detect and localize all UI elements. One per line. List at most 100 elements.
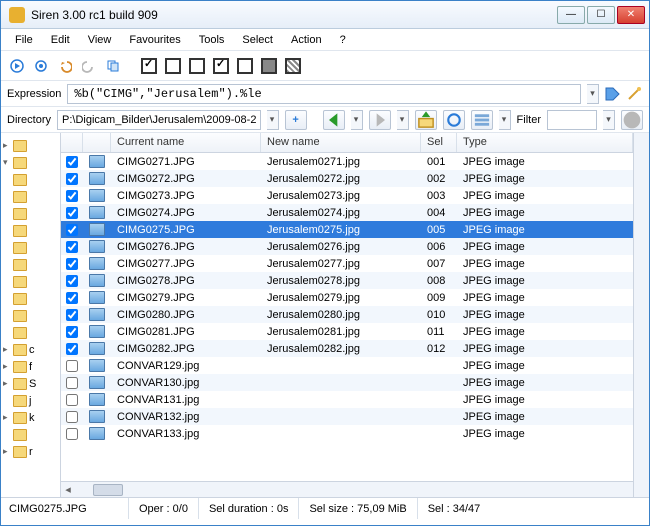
menu-view[interactable]: View xyxy=(80,32,120,48)
table-row[interactable]: CIMG0278.JPGJerusalem0278.jpg008JPEG ima… xyxy=(61,272,633,289)
check-toggle-2[interactable] xyxy=(165,58,181,74)
table-row[interactable]: CIMG0279.JPGJerusalem0279.jpg009JPEG ima… xyxy=(61,289,633,306)
tree-item[interactable]: j xyxy=(3,392,58,409)
list-icon[interactable] xyxy=(471,110,493,130)
table-row[interactable]: CIMG0276.JPGJerusalem0276.jpg006JPEG ima… xyxy=(61,238,633,255)
menu-edit[interactable]: Edit xyxy=(43,32,78,48)
folder-tree[interactable]: ▸▾ ▸c▸f▸Sj▸k ▸r xyxy=(1,133,61,497)
tree-item[interactable]: ▸S xyxy=(3,375,58,392)
check-toggle-1[interactable] xyxy=(141,58,157,74)
row-checkbox[interactable] xyxy=(66,241,78,253)
table-row[interactable]: CONVAR131.jpgJPEG image xyxy=(61,391,633,408)
filter-clear-icon[interactable] xyxy=(621,110,643,130)
tree-item[interactable] xyxy=(3,324,58,341)
tree-item[interactable] xyxy=(3,222,58,239)
directory-dropdown[interactable]: ▾ xyxy=(267,110,279,130)
table-row[interactable]: CIMG0281.JPGJerusalem0281.jpg011JPEG ima… xyxy=(61,323,633,340)
table-row[interactable]: CIMG0274.JPGJerusalem0274.jpg004JPEG ima… xyxy=(61,204,633,221)
tree-item[interactable]: ▸c xyxy=(3,341,58,358)
refresh-icon[interactable] xyxy=(443,110,465,130)
tree-item[interactable] xyxy=(3,188,58,205)
row-checkbox[interactable] xyxy=(66,190,78,202)
table-row[interactable]: CIMG0280.JPGJerusalem0280.jpg010JPEG ima… xyxy=(61,306,633,323)
menu-favourites[interactable]: Favourites xyxy=(121,32,188,48)
tree-item[interactable]: ▾ xyxy=(3,154,58,171)
file-list[interactable]: CIMG0271.JPGJerusalem0271.jpg001JPEG ima… xyxy=(61,153,633,481)
table-row[interactable]: CIMG0272.JPGJerusalem0272.jpg002JPEG ima… xyxy=(61,170,633,187)
tag-icon[interactable] xyxy=(605,87,621,101)
table-row[interactable]: CIMG0271.JPGJerusalem0271.jpg001JPEG ima… xyxy=(61,153,633,170)
copy-icon[interactable] xyxy=(103,56,123,76)
back-dropdown[interactable]: ▾ xyxy=(351,110,363,130)
tree-item[interactable] xyxy=(3,426,58,443)
table-row[interactable]: CONVAR129.jpgJPEG image xyxy=(61,357,633,374)
horizontal-scrollbar[interactable]: ◂ xyxy=(61,481,633,497)
expression-input[interactable] xyxy=(67,84,581,104)
check-toggle-4[interactable] xyxy=(213,58,229,74)
row-checkbox[interactable] xyxy=(66,411,78,423)
tree-item[interactable] xyxy=(3,256,58,273)
tree-item[interactable]: ▸r xyxy=(3,443,58,460)
add-button[interactable]: + xyxy=(285,110,307,130)
row-checkbox[interactable] xyxy=(66,207,78,219)
tree-item[interactable] xyxy=(3,290,58,307)
forward-button[interactable] xyxy=(369,110,391,130)
table-row[interactable]: CONVAR133.jpgJPEG image xyxy=(61,425,633,442)
row-checkbox[interactable] xyxy=(66,224,78,236)
check-toggle-5[interactable] xyxy=(237,58,253,74)
row-checkbox[interactable] xyxy=(66,377,78,389)
menu-action[interactable]: Action xyxy=(283,32,330,48)
col-new[interactable]: New name xyxy=(261,133,421,152)
row-checkbox[interactable] xyxy=(66,326,78,338)
tree-item[interactable]: ▸k xyxy=(3,409,58,426)
menu-tools[interactable]: Tools xyxy=(191,32,233,48)
list-dropdown[interactable]: ▾ xyxy=(499,110,511,130)
menu-?[interactable]: ? xyxy=(332,32,354,48)
close-button[interactable]: ✕ xyxy=(617,6,645,24)
tree-item[interactable] xyxy=(3,171,58,188)
table-row[interactable]: CIMG0273.JPGJerusalem0273.jpg003JPEG ima… xyxy=(61,187,633,204)
directory-input[interactable] xyxy=(57,110,261,130)
row-checkbox[interactable] xyxy=(66,428,78,440)
forward-dropdown[interactable]: ▾ xyxy=(397,110,409,130)
check-toggle-3[interactable] xyxy=(189,58,205,74)
table-row[interactable]: CIMG0275.JPGJerusalem0275.jpg005JPEG ima… xyxy=(61,221,633,238)
redo-icon[interactable] xyxy=(79,56,99,76)
row-checkbox[interactable] xyxy=(66,275,78,287)
play-icon[interactable] xyxy=(7,56,27,76)
tree-item[interactable] xyxy=(3,239,58,256)
filter-dropdown[interactable]: ▾ xyxy=(603,110,615,130)
up-button[interactable] xyxy=(415,110,437,130)
check-toggle-7[interactable] xyxy=(285,58,301,74)
row-checkbox[interactable] xyxy=(66,343,78,355)
col-current[interactable]: Current name xyxy=(111,133,261,152)
maximize-button[interactable]: ☐ xyxy=(587,6,615,24)
tree-item[interactable]: ▸ xyxy=(3,137,58,154)
row-checkbox[interactable] xyxy=(66,173,78,185)
tree-item[interactable] xyxy=(3,205,58,222)
wand-icon[interactable] xyxy=(627,87,643,101)
minimize-button[interactable]: — xyxy=(557,6,585,24)
row-checkbox[interactable] xyxy=(66,360,78,372)
col-type[interactable]: Type xyxy=(457,133,633,152)
vertical-scrollbar[interactable] xyxy=(633,133,649,497)
tree-item[interactable] xyxy=(3,273,58,290)
gear-icon[interactable] xyxy=(31,56,51,76)
filter-input[interactable] xyxy=(547,110,597,130)
row-checkbox[interactable] xyxy=(66,156,78,168)
menu-file[interactable]: File xyxy=(7,32,41,48)
check-toggle-6[interactable] xyxy=(261,58,277,74)
column-header[interactable]: Current name New name Sel Type xyxy=(61,133,633,153)
tree-item[interactable] xyxy=(3,307,58,324)
table-row[interactable]: CIMG0277.JPGJerusalem0277.jpg007JPEG ima… xyxy=(61,255,633,272)
table-row[interactable]: CIMG0282.JPGJerusalem0282.jpg012JPEG ima… xyxy=(61,340,633,357)
expression-dropdown[interactable]: ▾ xyxy=(587,84,599,104)
row-checkbox[interactable] xyxy=(66,394,78,406)
table-row[interactable]: CONVAR132.jpgJPEG image xyxy=(61,408,633,425)
tree-item[interactable]: ▸f xyxy=(3,358,58,375)
undo-icon[interactable] xyxy=(55,56,75,76)
row-checkbox[interactable] xyxy=(66,258,78,270)
back-button[interactable] xyxy=(323,110,345,130)
menu-select[interactable]: Select xyxy=(234,32,281,48)
col-sel[interactable]: Sel xyxy=(421,133,457,152)
